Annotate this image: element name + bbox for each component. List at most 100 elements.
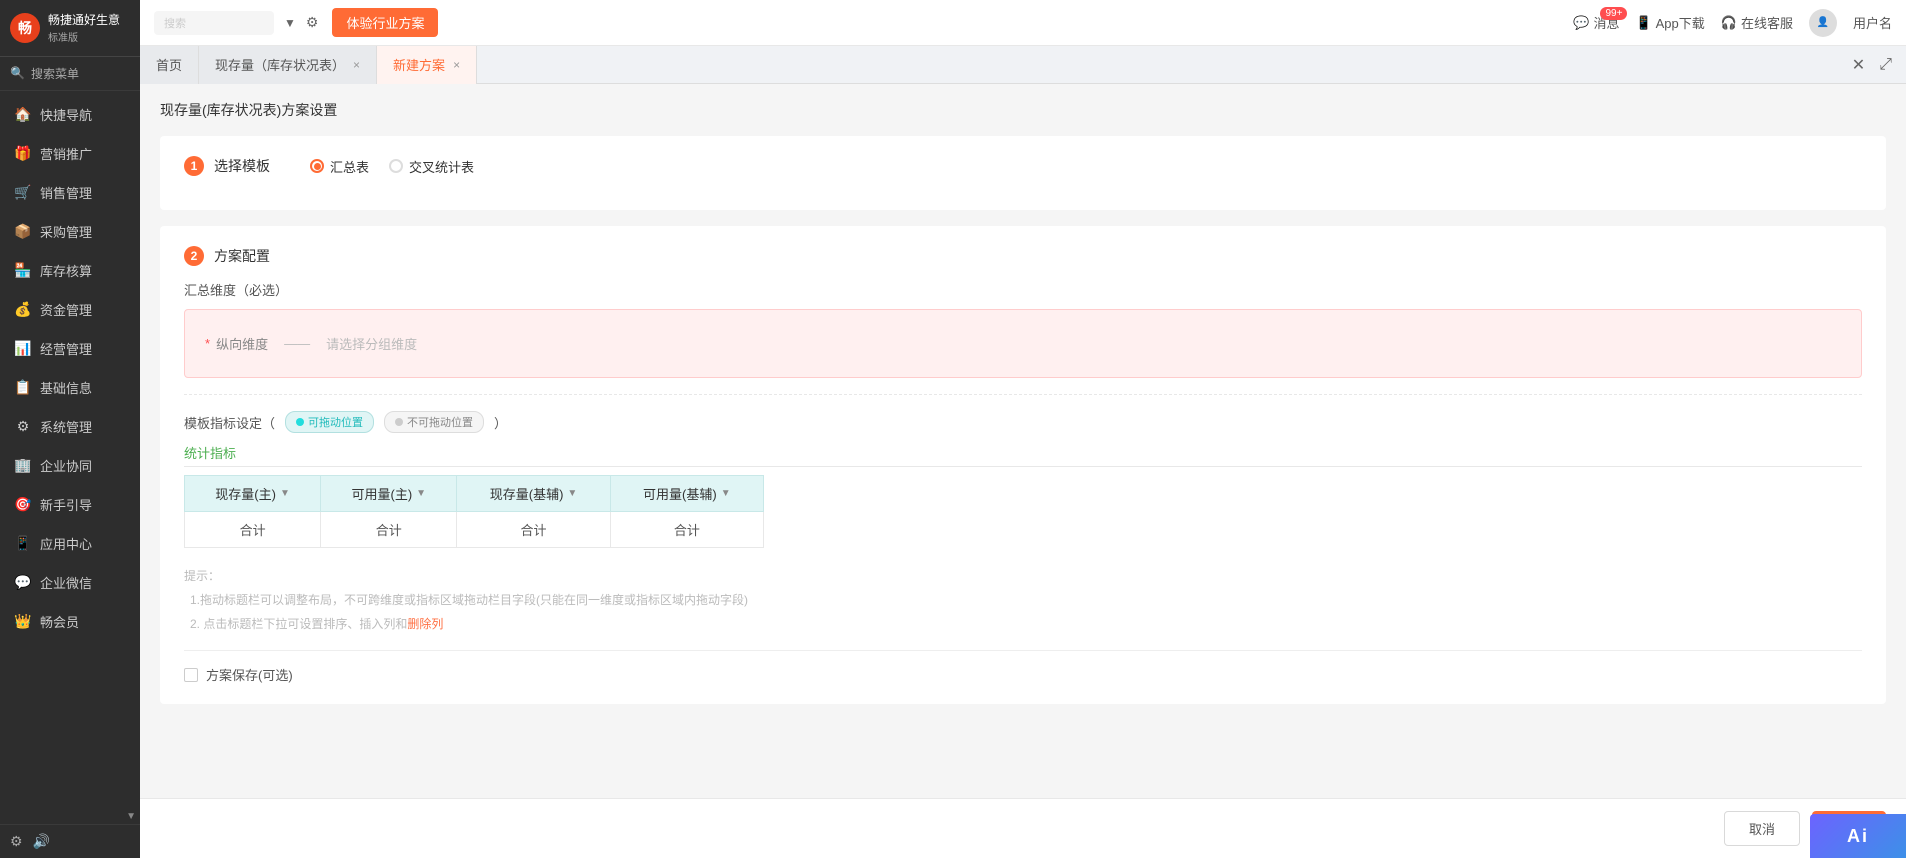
message-button[interactable]: 💬 消息 99+ <box>1573 13 1619 32</box>
sidebar-item-weixin[interactable]: 💬 企业微信 <box>0 563 140 602</box>
trial-industry-button[interactable]: 体验行业方案 <box>332 8 438 37</box>
td-subtotal-4: 合计 <box>610 512 763 548</box>
section1-title: 选择模板 <box>214 156 270 176</box>
sidebar-item-newguide[interactable]: 🎯 新手引导 <box>0 485 140 524</box>
indicator-label-row: 模板指标设定（ 可拖动位置 不可拖动位置 ） <box>184 411 1862 433</box>
radio-cross[interactable]: 交叉统计表 <box>389 157 474 176</box>
save-checkbox[interactable] <box>184 668 198 682</box>
sidebar-item-label: 采购管理 <box>40 222 92 241</box>
th-current-stock-main[interactable]: 现存量(主) ▼ <box>185 476 321 512</box>
tab-home[interactable]: 首页 <box>140 46 199 84</box>
headset-icon: 🎧 <box>1721 15 1737 31</box>
tab-inventory-label: 现存量（库存状况表） <box>215 55 345 74</box>
th-available-main[interactable]: 可用量(主) ▼ <box>321 476 457 512</box>
tip-text-2: 2. 点击标题栏下拉可设置排序、插入列和删除列 <box>190 612 443 636</box>
app-download-button[interactable]: 📱 App下载 <box>1635 13 1704 32</box>
close-fullscreen-icon[interactable]: ✕ <box>1848 53 1869 77</box>
tip-row-2: 2. 点击标题栏下拉可设置排序、插入列和删除列 <box>184 612 1862 636</box>
ai-fab-button[interactable]: Ai <box>1810 814 1906 858</box>
tab-new-scheme-label: 新建方案 <box>393 55 445 74</box>
topbar-gear-icon[interactable]: ⚙ <box>306 14 319 31</box>
vertical-dim-label: 纵向维度 <box>216 334 268 353</box>
purchase-icon: 📦 <box>14 222 32 240</box>
section2-card: 2 方案配置 汇总维度（必选） * 纵向维度 —— 请选择分组维度 模板指标设定… <box>160 226 1886 704</box>
sidebar-item-label: 新手引导 <box>40 495 92 514</box>
required-star: * <box>205 336 210 351</box>
sidebar-item-appcenter[interactable]: 📱 应用中心 <box>0 524 140 563</box>
finance-icon: 💰 <box>14 300 32 318</box>
td-subtotal-3: 合计 <box>457 512 610 548</box>
newguide-icon: 🎯 <box>14 495 32 513</box>
sidebar-item-label: 系统管理 <box>40 417 92 436</box>
user-avatar[interactable]: 👤 <box>1809 9 1837 37</box>
settings-icon[interactable]: ⚙ <box>10 833 23 850</box>
main-area: 搜索 ▼ ⚙ 体验行业方案 💬 消息 99+ 📱 App下载 🎧 在线客服 👤 … <box>140 0 1906 858</box>
sidebar-item-purchase[interactable]: 📦 采购管理 <box>0 212 140 251</box>
sidebar-item-member[interactable]: 👑 畅会员 <box>0 602 140 641</box>
tab-new-scheme[interactable]: 新建方案 × <box>377 46 477 84</box>
sidebar-logo: 畅 畅捷通好生意 标准版 <box>0 0 140 57</box>
topbar: 搜索 ▼ ⚙ 体验行业方案 💬 消息 99+ 📱 App下载 🎧 在线客服 👤 … <box>140 0 1906 46</box>
inventory-icon: 🏪 <box>14 261 32 279</box>
topbar-dropdown-icon[interactable]: ▼ <box>284 16 296 30</box>
sidebar-item-quicknav[interactable]: 🏠 快捷导航 <box>0 95 140 134</box>
radio-summary-circle <box>310 159 324 173</box>
service-button[interactable]: 🎧 在线客服 <box>1721 13 1793 32</box>
sidebar-nav: 🏠 快捷导航 🎁 营销推广 🛒 销售管理 📦 采购管理 🏪 库存核 <box>0 91 140 809</box>
expand-icon[interactable]: ⤢ <box>1875 54 1896 76</box>
topbar-right: 💬 消息 99+ 📱 App下载 🎧 在线客服 👤 用户名 <box>1573 9 1892 37</box>
radio-summary[interactable]: 汇总表 <box>310 157 369 176</box>
sidebar-item-basic[interactable]: 📋 基础信息 <box>0 368 140 407</box>
th-available-aux[interactable]: 可用量(基辅) ▼ <box>610 476 763 512</box>
section2-num: 2 <box>184 246 204 266</box>
operations-icon: 📊 <box>14 339 32 357</box>
tab-inventory-close[interactable]: × <box>353 58 360 72</box>
td-subtotal-1: 合计 <box>185 512 321 548</box>
home-tab-label: 首页 <box>156 55 182 74</box>
sidebar-item-system[interactable]: ⚙ 系统管理 <box>0 407 140 446</box>
sidebar-scroll-down[interactable]: ▼ <box>126 811 136 822</box>
username-label[interactable]: 用户名 <box>1853 13 1892 32</box>
table-row: 合计 合计 合计 合计 <box>185 512 764 548</box>
enterprise-icon: 🏢 <box>14 456 32 474</box>
tab-new-scheme-close[interactable]: × <box>453 58 460 72</box>
sidebar-item-label: 销售管理 <box>40 183 92 202</box>
message-icon: 💬 <box>1573 15 1589 31</box>
section1-card: 1 选择模板 汇总表 交叉统计表 <box>160 136 1886 210</box>
th-current-stock-aux[interactable]: 现存量(基辅) ▼ <box>457 476 610 512</box>
system-icon: ⚙ <box>14 417 32 435</box>
sidebar-item-sales[interactable]: 🛒 销售管理 <box>0 173 140 212</box>
phone-icon: 📱 <box>1635 15 1651 31</box>
sound-icon[interactable]: 🔊 <box>33 833 50 850</box>
appcenter-icon: 📱 <box>14 534 32 552</box>
bottom-bar: 取消 查询 <box>140 798 1906 858</box>
sidebar-item-enterprise[interactable]: 🏢 企业协同 <box>0 446 140 485</box>
sidebar-item-marketing[interactable]: 🎁 营销推广 <box>0 134 140 173</box>
stats-table: 现存量(主) ▼ 可用量(主) ▼ 现存量(基辅 <box>184 475 764 548</box>
sidebar-search[interactable]: 🔍 搜索菜单 <box>0 57 140 91</box>
sidebar: 畅 畅捷通好生意 标准版 🔍 搜索菜单 🏠 快捷导航 🎁 营销推广 <box>0 0 140 858</box>
cancel-button[interactable]: 取消 <box>1724 811 1800 846</box>
non-draggable-dot <box>395 418 403 426</box>
delete-link[interactable]: 删除列 <box>407 617 443 631</box>
dim-placeholder[interactable]: 请选择分组维度 <box>326 334 417 353</box>
sidebar-item-inventory[interactable]: 🏪 库存核算 <box>0 251 140 290</box>
sidebar-item-finance[interactable]: 💰 资金管理 <box>0 290 140 329</box>
app-download-label: App下载 <box>1656 13 1705 32</box>
member-icon: 👑 <box>14 612 32 630</box>
th-label-3: 现存量(基辅) <box>490 484 564 503</box>
indicator-suffix: ） <box>494 413 507 432</box>
dimension-select-area: * 纵向维度 —— 请选择分组维度 <box>184 309 1862 378</box>
service-label: 在线客服 <box>1741 13 1793 32</box>
ai-fab-label: Ai <box>1847 826 1869 847</box>
summary-dim-label: 汇总维度（必选） <box>184 280 1862 299</box>
section-divider <box>184 394 1862 395</box>
draggable-chip: 可拖动位置 <box>285 411 374 433</box>
radio-summary-label: 汇总表 <box>330 157 369 176</box>
sidebar-item-operations[interactable]: 📊 经营管理 <box>0 329 140 368</box>
section2-title: 方案配置 <box>214 246 270 266</box>
tabs-bar: 首页 现存量（库存状况表） × 新建方案 × ✕ ⤢ <box>140 46 1906 84</box>
tab-inventory[interactable]: 现存量（库存状况表） × <box>199 46 377 84</box>
tip-text-1: 1.拖动标题栏可以调整布局，不可跨维度或指标区域拖动栏目字段(只能在同一维度或指… <box>190 588 748 612</box>
sidebar-item-label: 畅会员 <box>40 612 79 631</box>
